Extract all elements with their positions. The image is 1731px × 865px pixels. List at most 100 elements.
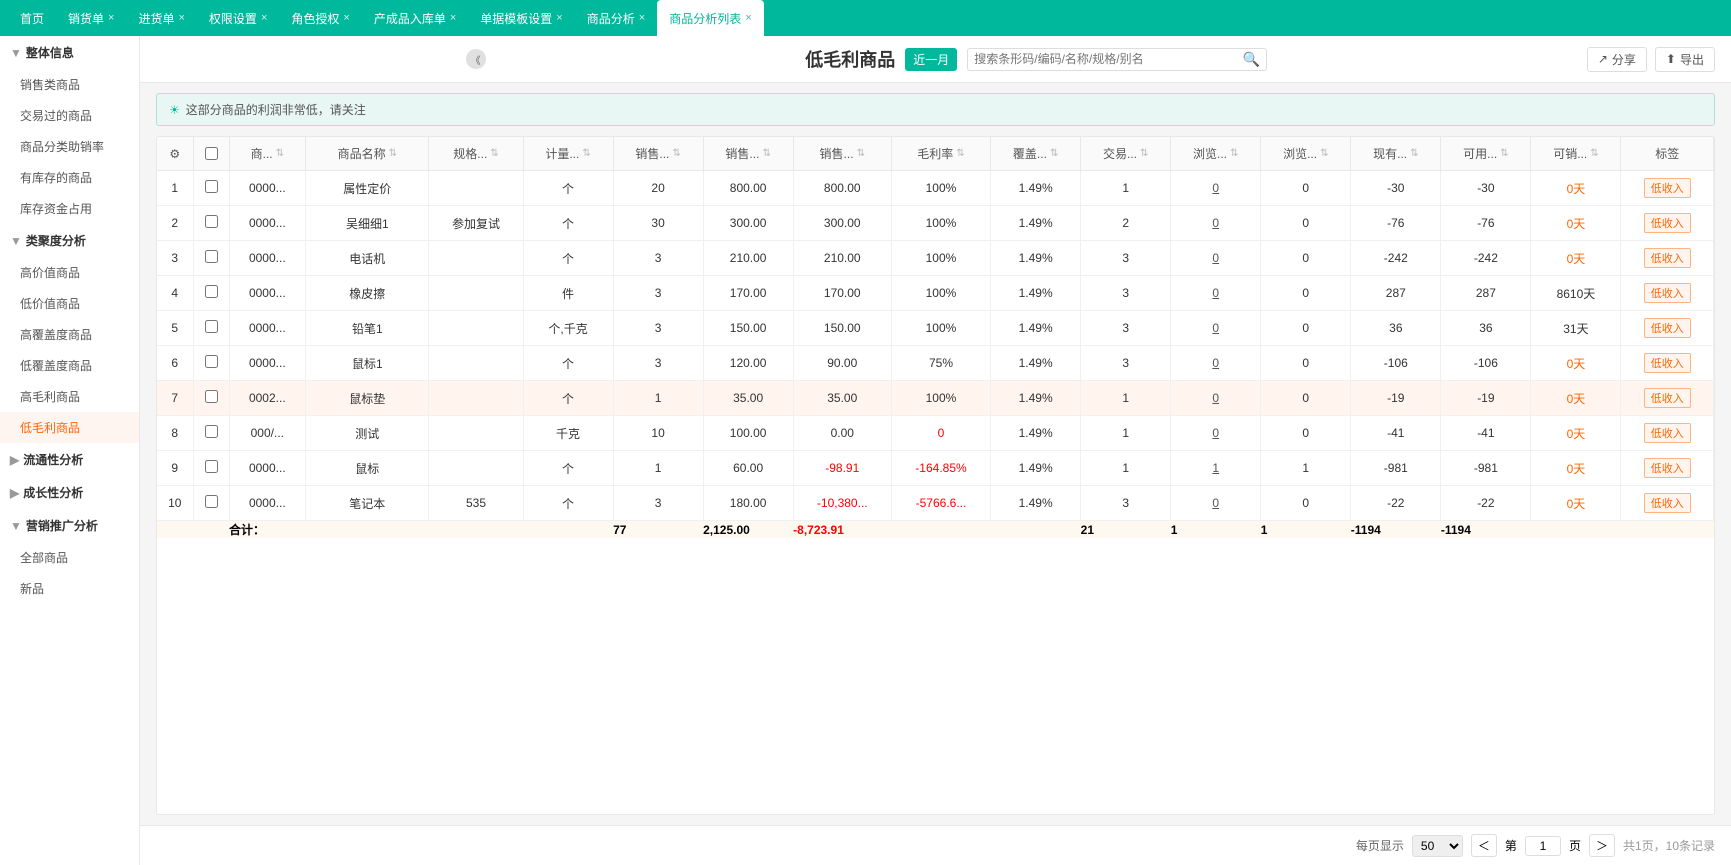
col-checkbox-header[interactable] [193, 137, 229, 171]
row-checkbox-cell[interactable] [193, 416, 229, 451]
col-settings[interactable]: ⚙ [157, 137, 193, 171]
row-checkbox[interactable] [205, 355, 218, 368]
row-checkbox-cell[interactable] [193, 346, 229, 381]
prev-page-button[interactable]: ＜ [1471, 834, 1497, 857]
row-checkbox-cell[interactable] [193, 486, 229, 521]
row-name[interactable]: 铅笔1 [306, 311, 429, 346]
col-saleable-header[interactable]: 可销...⇅ [1531, 137, 1621, 171]
settings-icon[interactable]: ⚙ [169, 147, 180, 161]
row-checkbox[interactable] [205, 320, 218, 333]
col-code-header[interactable]: 商...⇅ [229, 137, 306, 171]
row-checkbox-cell[interactable] [193, 206, 229, 241]
col-available-header[interactable]: 可用...⇅ [1441, 137, 1531, 171]
sidebar-group-circulation[interactable]: ▶ 流通性分析 [0, 443, 139, 476]
close-icon[interactable]: × [108, 12, 114, 24]
row-checkbox[interactable] [205, 285, 218, 298]
sidebar-item-high-coverage[interactable]: 高覆盖度商品 [0, 319, 139, 350]
sidebar-item-stock-capital[interactable]: 库存资金占用 [0, 193, 139, 224]
page-number-input[interactable] [1525, 836, 1561, 856]
row-view1[interactable]: 1 [1171, 451, 1261, 486]
nav-goods-analysis-list[interactable]: 商品分析列表 × [657, 0, 763, 36]
col-current-header[interactable]: 现有...⇅ [1351, 137, 1441, 171]
row-name[interactable]: 电话机 [306, 241, 429, 276]
row-view1[interactable]: 0 [1171, 311, 1261, 346]
row-name[interactable]: 属性定价 [306, 171, 429, 206]
select-all-checkbox[interactable] [205, 147, 218, 160]
nav-sales-order[interactable]: 销货单 × [56, 0, 126, 36]
sidebar-group-overall[interactable]: ▼ 整体信息 [0, 36, 139, 69]
row-checkbox-cell[interactable] [193, 381, 229, 416]
sidebar-item-low-coverage[interactable]: 低覆盖度商品 [0, 350, 139, 381]
row-view1[interactable]: 0 [1171, 381, 1261, 416]
sidebar-item-in-stock[interactable]: 有库存的商品 [0, 162, 139, 193]
sidebar-item-new-goods[interactable]: 新品 [0, 573, 139, 604]
row-view1[interactable]: 0 [1171, 276, 1261, 311]
row-checkbox[interactable] [205, 180, 218, 193]
row-view1[interactable]: 0 [1171, 346, 1261, 381]
sidebar-item-low-value[interactable]: 低价值商品 [0, 288, 139, 319]
close-icon[interactable]: × [343, 12, 349, 24]
share-button[interactable]: ↗ 分享 [1587, 47, 1647, 72]
date-filter-button[interactable]: 近一月 [905, 48, 957, 71]
col-qty-header[interactable]: 销售...⇅ [613, 137, 703, 171]
col-view1-header[interactable]: 浏览...⇅ [1171, 137, 1261, 171]
sidebar-item-category-sales-rate[interactable]: 商品分类助销率 [0, 131, 139, 162]
row-checkbox[interactable] [205, 460, 218, 473]
sidebar-item-all-goods[interactable]: 全部商品 [0, 542, 139, 573]
col-name-header[interactable]: 商品名称⇅ [306, 137, 429, 171]
close-icon[interactable]: × [450, 12, 456, 24]
close-icon[interactable]: × [745, 12, 751, 24]
row-name[interactable]: 鼠标 [306, 451, 429, 486]
close-icon[interactable]: × [556, 12, 562, 24]
col-view2-header[interactable]: 浏览...⇅ [1261, 137, 1351, 171]
nav-permission-setting[interactable]: 权限设置 × [197, 0, 279, 36]
sidebar-group-marketing[interactable]: ▼ 营销推广分析 [0, 509, 139, 542]
col-unit-header[interactable]: 计量...⇅ [523, 137, 613, 171]
row-view1[interactable]: 0 [1171, 486, 1261, 521]
col-margin-header[interactable]: 毛利率⇅ [891, 137, 990, 171]
search-input[interactable] [974, 52, 1243, 66]
row-checkbox-cell[interactable] [193, 241, 229, 276]
row-name[interactable]: 鼠标1 [306, 346, 429, 381]
next-page-button[interactable]: ＞ [1589, 834, 1615, 857]
row-checkbox[interactable] [205, 425, 218, 438]
row-name[interactable]: 橡皮擦 [306, 276, 429, 311]
col-coverage-header[interactable]: 覆盖...⇅ [991, 137, 1081, 171]
sidebar-item-high-margin[interactable]: 高毛利商品 [0, 381, 139, 412]
row-checkbox[interactable] [205, 495, 218, 508]
row-view1[interactable]: 0 [1171, 171, 1261, 206]
row-checkbox-cell[interactable] [193, 276, 229, 311]
col-profit-header[interactable]: 销售...⇅ [793, 137, 891, 171]
row-checkbox-cell[interactable] [193, 451, 229, 486]
row-checkbox-cell[interactable] [193, 171, 229, 206]
nav-template-setting[interactable]: 单据模板设置 × [468, 0, 574, 36]
row-checkbox[interactable] [205, 250, 218, 263]
sidebar-item-sales-goods[interactable]: 销售类商品 [0, 69, 139, 100]
col-tag-header[interactable]: 标签 [1621, 137, 1714, 171]
row-checkbox-cell[interactable] [193, 311, 229, 346]
row-checkbox[interactable] [205, 390, 218, 403]
sidebar-group-cluster[interactable]: ▼ 类聚度分析 [0, 224, 139, 257]
row-checkbox[interactable] [205, 215, 218, 228]
nav-product-inbound[interactable]: 产成品入库单 × [362, 0, 468, 36]
close-icon[interactable]: × [639, 12, 645, 24]
sidebar-item-low-margin[interactable]: 低毛利商品 [0, 412, 139, 443]
sidebar-group-growth[interactable]: ▶ 成长性分析 [0, 476, 139, 509]
search-icon[interactable]: 🔍 [1243, 51, 1260, 68]
row-view1[interactable]: 0 [1171, 241, 1261, 276]
sidebar-item-traded-goods[interactable]: 交易过的商品 [0, 100, 139, 131]
row-view1[interactable]: 0 [1171, 206, 1261, 241]
col-spec-header[interactable]: 规格...⇅ [429, 137, 523, 171]
row-name[interactable]: 测试 [306, 416, 429, 451]
row-name[interactable]: 笔记本 [306, 486, 429, 521]
nav-purchase-order[interactable]: 进货单 × [126, 0, 196, 36]
row-name[interactable]: 鼠标垫 [306, 381, 429, 416]
col-amount-header[interactable]: 销售...⇅ [703, 137, 793, 171]
col-trade-header[interactable]: 交易...⇅ [1081, 137, 1171, 171]
close-icon[interactable]: × [261, 12, 267, 24]
export-button[interactable]: ⬆ 导出 [1655, 47, 1715, 72]
per-page-select[interactable]: 50 100 200 [1412, 835, 1463, 857]
nav-role-auth[interactable]: 角色授权 × [279, 0, 361, 36]
nav-home[interactable]: 首页 [8, 0, 56, 36]
sidebar-item-high-value[interactable]: 高价值商品 [0, 257, 139, 288]
